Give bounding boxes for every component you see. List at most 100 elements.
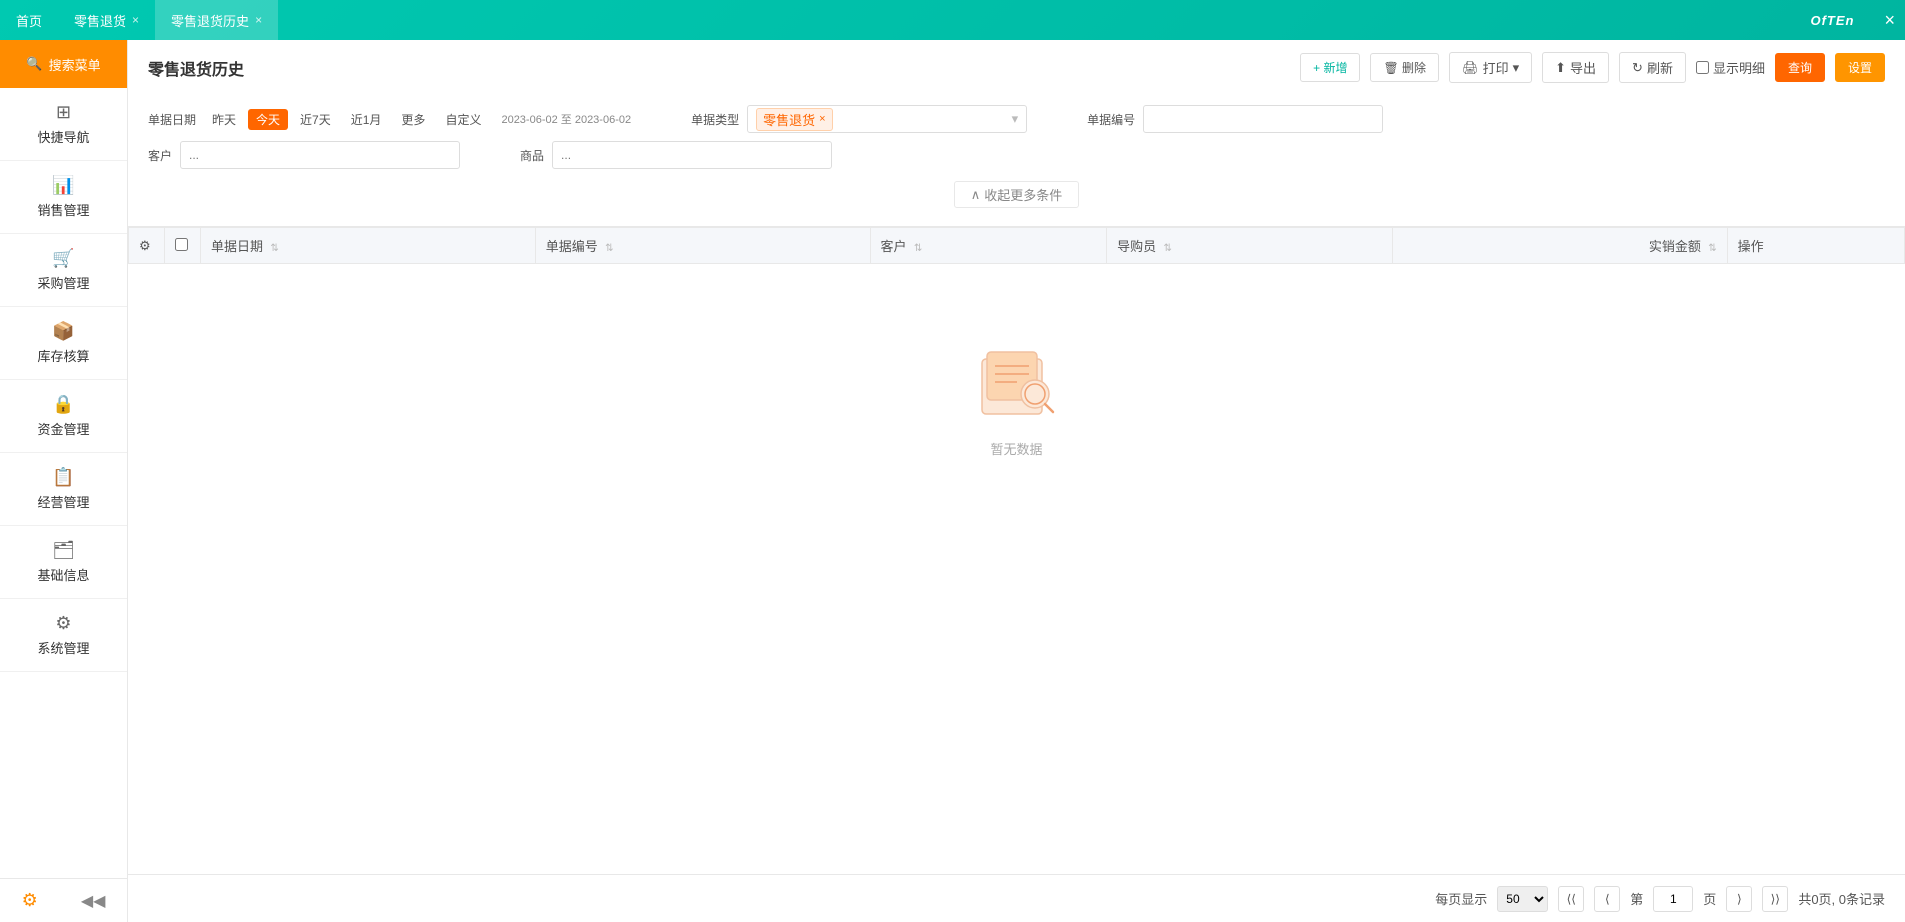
date-tab-custom[interactable]: 自定义 xyxy=(437,109,489,130)
th-guide[interactable]: 导购员 ⇅ xyxy=(1107,228,1393,264)
collapse-row: ∧ 收起更多条件 xyxy=(148,177,1885,216)
th-actual-amount[interactable]: 实销金额 ⇅ xyxy=(1392,228,1727,264)
sidebar-bottom: ⚙ ◀◀ xyxy=(0,878,127,922)
th-doc-number[interactable]: 单据编号 ⇅ xyxy=(535,228,870,264)
sidebar-item-purchase-mgmt[interactable]: 🛒 采购管理 xyxy=(0,234,127,307)
sidebar-item-sales-mgmt-label: 销售管理 xyxy=(37,200,89,219)
query-button[interactable]: 查询 xyxy=(1775,53,1825,82)
prev-page-button[interactable]: ⟨ xyxy=(1594,886,1620,912)
goods-input[interactable] xyxy=(552,141,832,169)
doc-type-select[interactable]: 零售退货 × ▾ xyxy=(747,105,1027,133)
display-detail-checkbox-label[interactable]: 显示明细 xyxy=(1696,58,1765,77)
sidebar-item-sales-mgmt[interactable]: 📊 销售管理 xyxy=(0,161,127,234)
page-header: 零售退货历史 + 新增 🗑 删除 🖨 打印 ▾ ⬆ 导出 ↻ xyxy=(128,40,1905,227)
page-size-label: 每页显示 xyxy=(1435,889,1487,908)
doc-type-select-arrow: ▾ xyxy=(1012,111,1019,127)
sidebar: 🔍 搜索菜单 ⊞ 快捷导航 📊 销售管理 🛒 采购管理 📦 库存核算 🔒 xyxy=(0,40,128,922)
sidebar-item-operation-mgmt[interactable]: 📋 经营管理 xyxy=(0,453,127,526)
date-tab-1month[interactable]: 近1月 xyxy=(343,109,390,130)
sidebar-item-system-mgmt[interactable]: ⚙ 系统管理 xyxy=(0,599,127,672)
brand-label: OfTEn xyxy=(1810,13,1874,28)
tab-retail-return-history[interactable]: 零售退货历史 × xyxy=(155,0,278,40)
sidebar-settings-button[interactable]: ⚙ xyxy=(22,890,38,911)
th-checkbox[interactable] xyxy=(165,228,201,264)
doc-number-input[interactable] xyxy=(1143,105,1383,133)
sort-doc-number-icon: ⇅ xyxy=(605,243,613,254)
th-actual-amount-label: 实销金额 xyxy=(1649,239,1701,254)
refresh-label: 刷新 xyxy=(1647,58,1673,77)
filter-doc-number: 单据编号 xyxy=(1087,105,1383,133)
th-settings[interactable]: ⚙ xyxy=(129,228,165,264)
sidebar-item-basic-info[interactable]: 🗂 基础信息 xyxy=(0,526,127,599)
refresh-button[interactable]: ↻ 刷新 xyxy=(1619,52,1686,83)
data-table: ⚙ 单据日期 ⇅ 单据编号 ⇅ xyxy=(128,227,1905,264)
collapse-button[interactable]: ∧ 收起更多条件 xyxy=(954,181,1080,208)
top-bar: 首页 零售退货 × 零售退货历史 × OfTEn × xyxy=(0,0,1905,40)
sidebar-item-operation-mgmt-label: 经营管理 xyxy=(37,492,89,511)
date-range-display: 2023-06-02 至 2023-06-02 xyxy=(501,111,631,127)
tab-retail-return-close[interactable]: × xyxy=(132,13,139,27)
date-tabs: 昨天 今天 近7天 近1月 更多 自定义 xyxy=(204,109,489,130)
empty-icon xyxy=(967,344,1067,427)
print-label: 打印 xyxy=(1483,58,1509,77)
date-tab-more[interactable]: 更多 xyxy=(393,109,433,130)
new-button[interactable]: + 新增 xyxy=(1300,53,1360,82)
sidebar-item-basic-info-label: 基础信息 xyxy=(37,565,89,584)
tab-home[interactable]: 首页 xyxy=(0,0,58,40)
sidebar-item-purchase-mgmt-label: 采购管理 xyxy=(37,273,89,292)
tab-retail-return-history-close[interactable]: × xyxy=(255,13,262,27)
sidebar-item-quick-nav-label: 快捷导航 xyxy=(37,127,89,146)
empty-text: 暂无数据 xyxy=(990,439,1042,458)
date-tab-yesterday[interactable]: 昨天 xyxy=(204,109,244,130)
last-page-button[interactable]: ⟩⟩ xyxy=(1762,886,1788,912)
th-customer[interactable]: 客户 ⇅ xyxy=(870,228,1107,264)
filter-customer: 客户 xyxy=(148,141,460,169)
doc-number-label: 单据编号 xyxy=(1087,111,1135,128)
tab-retail-return-history-label: 零售退货历史 xyxy=(171,11,249,30)
settings-button[interactable]: 设置 xyxy=(1835,53,1885,82)
empty-state: 暂无数据 xyxy=(128,264,1905,538)
pagination-bar: 每页显示 50 10 20 100 ⟨⟨ ⟨ 第 页 ⟩ ⟩⟩ 共0页, 0条记… xyxy=(128,874,1905,922)
delete-button[interactable]: 🗑 删除 xyxy=(1370,53,1439,82)
tab-retail-return[interactable]: 零售退货 × xyxy=(58,0,155,40)
doc-type-tag-close[interactable]: × xyxy=(819,113,825,125)
doc-type-tag-label: 零售退货 xyxy=(763,110,815,129)
sidebar-search[interactable]: 🔍 搜索菜单 xyxy=(0,40,127,88)
next-page-button[interactable]: ⟩ xyxy=(1726,886,1752,912)
sidebar-item-finance-mgmt-label: 资金管理 xyxy=(37,419,89,438)
th-doc-date[interactable]: 单据日期 ⇅ xyxy=(201,228,536,264)
filter-date: 单据日期 昨天 今天 近7天 近1月 更多 自定义 2023-06-02 至 2… xyxy=(148,109,631,130)
sidebar-sound-button[interactable]: ◀◀ xyxy=(81,891,106,911)
purchase-mgmt-icon: 🛒 xyxy=(52,248,74,269)
operation-mgmt-icon: 📋 xyxy=(52,467,74,488)
customer-input[interactable] xyxy=(180,141,460,169)
date-tab-7days[interactable]: 近7天 xyxy=(292,109,339,130)
customer-label: 客户 xyxy=(148,147,172,164)
sort-actual-amount-icon: ⇅ xyxy=(1708,243,1716,254)
export-button[interactable]: ⬆ 导出 xyxy=(1542,52,1609,83)
display-detail-checkbox[interactable] xyxy=(1696,61,1709,74)
content-area: 零售退货历史 + 新增 🗑 删除 🖨 打印 ▾ ⬆ 导出 ↻ xyxy=(128,40,1905,922)
sidebar-item-quick-nav[interactable]: ⊞ 快捷导航 xyxy=(0,88,127,161)
sidebar-menu: ⊞ 快捷导航 📊 销售管理 🛒 采购管理 📦 库存核算 🔒 资金管理 📋 xyxy=(0,88,127,878)
refresh-icon: ↻ xyxy=(1632,60,1643,76)
brand-text: OfTEn xyxy=(1810,13,1854,28)
collapse-label: 收起更多条件 xyxy=(984,185,1062,204)
quick-nav-icon: ⊞ xyxy=(56,102,71,123)
current-page-input[interactable] xyxy=(1653,886,1693,912)
print-button[interactable]: 🖨 打印 ▾ xyxy=(1449,52,1532,83)
date-tab-today[interactable]: 今天 xyxy=(248,109,288,130)
goods-label: 商品 xyxy=(520,147,544,164)
sidebar-item-inventory[interactable]: 📦 库存核算 xyxy=(0,307,127,380)
page-size-select[interactable]: 50 10 20 100 xyxy=(1497,886,1548,912)
sales-mgmt-icon: 📊 xyxy=(52,175,74,196)
sidebar-search-label: 搜索菜单 xyxy=(49,55,101,74)
table-header-row: ⚙ 单据日期 ⇅ 单据编号 ⇅ xyxy=(129,228,1905,264)
sort-customer-icon: ⇅ xyxy=(914,243,922,254)
select-all-checkbox[interactable] xyxy=(175,238,188,251)
settings-icon[interactable]: ⚙ xyxy=(139,238,151,253)
total-text: 共0页, 0条记录 xyxy=(1798,889,1885,908)
first-page-button[interactable]: ⟨⟨ xyxy=(1558,886,1584,912)
sidebar-item-finance-mgmt[interactable]: 🔒 资金管理 xyxy=(0,380,127,453)
window-close-button[interactable]: × xyxy=(1874,10,1905,31)
